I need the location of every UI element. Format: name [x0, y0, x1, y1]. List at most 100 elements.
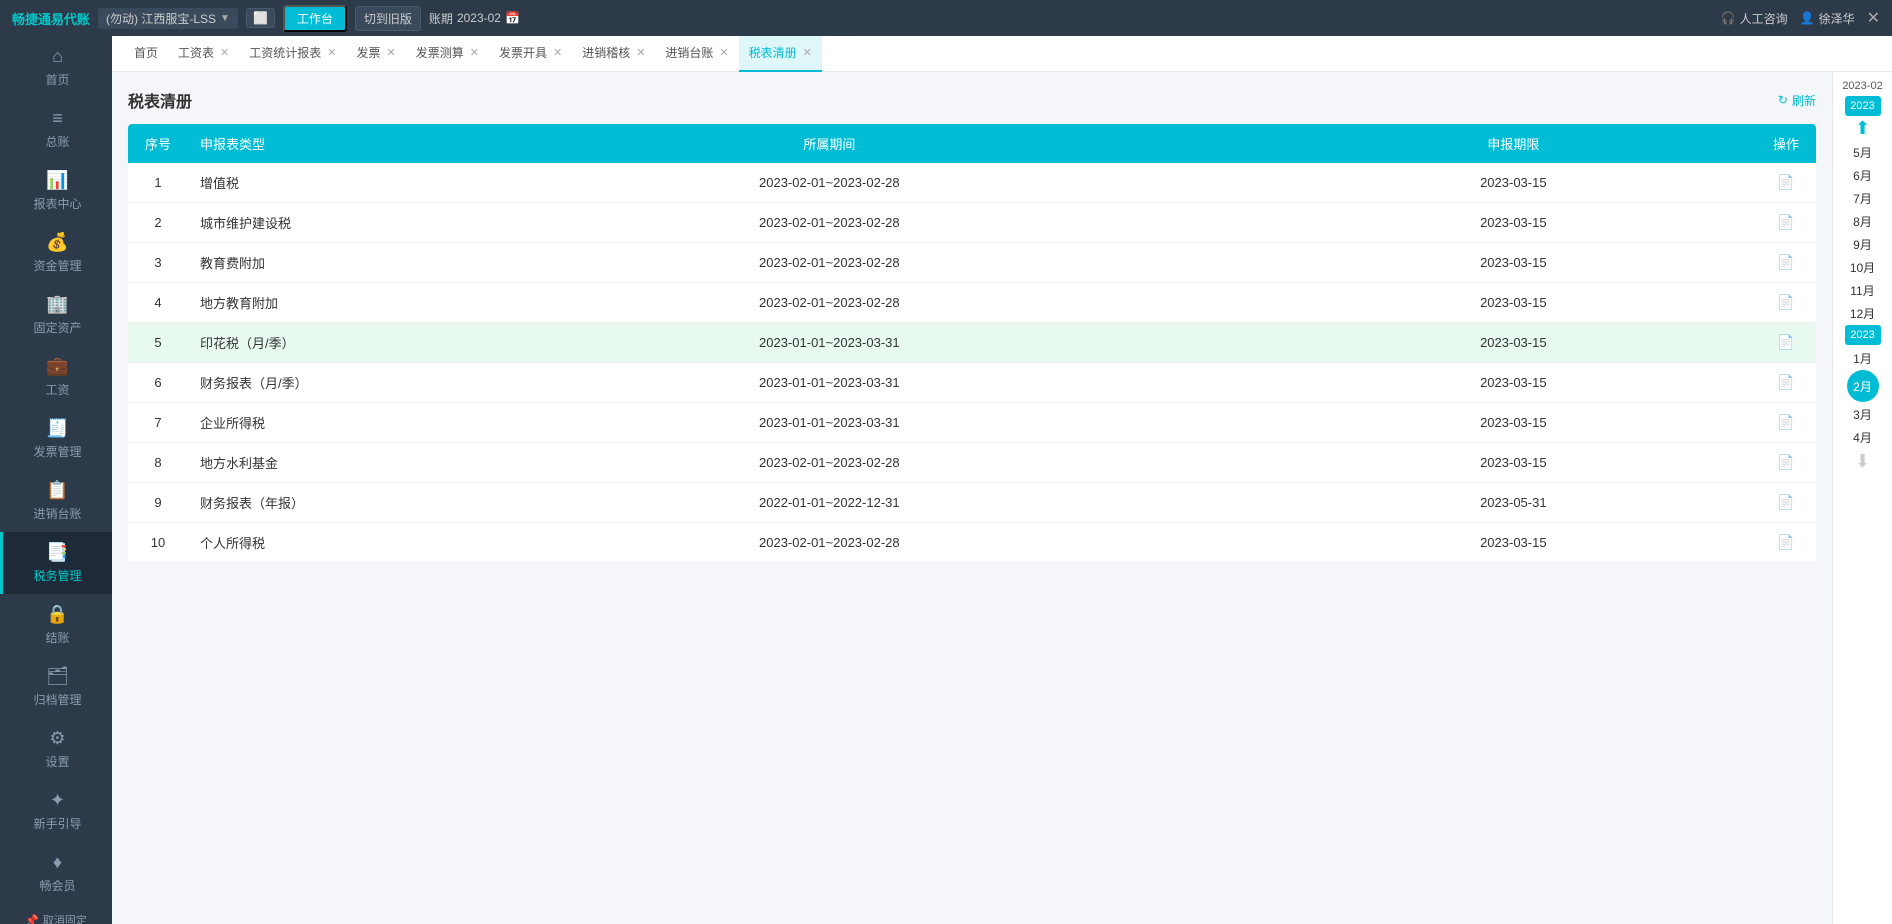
cell-type: 教育费附加	[188, 243, 388, 283]
refresh-button[interactable]: ↻ 刷新	[1778, 92, 1816, 109]
tab-close-icon[interactable]: ✕	[387, 46, 396, 59]
month-3[interactable]: 3月	[1845, 403, 1881, 425]
tab-tax-return[interactable]: 税表清册 ✕	[739, 36, 822, 72]
action-icon[interactable]: 📄	[1777, 294, 1794, 310]
tab-close-icon[interactable]: ✕	[220, 46, 229, 59]
month-5[interactable]: 5月	[1845, 141, 1881, 163]
month-9[interactable]: 9月	[1845, 233, 1881, 255]
table-row: 7 企业所得税 2023-01-01~2023-03-31 2023-03-15…	[128, 403, 1816, 443]
tab-salary-stats[interactable]: 工资统计报表 ✕	[239, 36, 346, 72]
page-title: 税表清册	[128, 88, 192, 112]
month-2-active[interactable]: 2月	[1847, 370, 1879, 402]
action-icon[interactable]: 📄	[1777, 494, 1794, 510]
col-action: 操作	[1756, 124, 1816, 163]
action-icon[interactable]: 📄	[1777, 454, 1794, 470]
guide-icon: ✦	[50, 790, 65, 811]
tab-close-icon[interactable]: ✕	[803, 46, 812, 59]
sidebar-item-report[interactable]: 📊 报表中心	[0, 160, 112, 222]
calendar-icon[interactable]: 📅	[505, 11, 520, 25]
cell-period: 2023-02-01~2023-02-28	[388, 203, 1271, 243]
month-10[interactable]: 10月	[1845, 256, 1881, 278]
tab-purchase-verify[interactable]: 进销稽核 ✕	[572, 36, 655, 72]
cell-action[interactable]: 📄	[1756, 363, 1816, 403]
tab-home[interactable]: 首页	[124, 36, 168, 72]
month-7[interactable]: 7月	[1845, 187, 1881, 209]
cell-action[interactable]: 📄	[1756, 203, 1816, 243]
cell-action[interactable]: 📄	[1756, 403, 1816, 443]
close-icon[interactable]: ✕	[1867, 8, 1880, 28]
cell-action[interactable]: 📄	[1756, 283, 1816, 323]
col-deadline: 申报期限	[1271, 124, 1756, 163]
action-icon[interactable]: 📄	[1777, 174, 1794, 190]
scroll-up-icon[interactable]: ⬆	[1855, 118, 1870, 139]
cell-action[interactable]: 📄	[1756, 443, 1816, 483]
cell-action[interactable]: 📄	[1756, 243, 1816, 283]
cell-type: 财务报表（年报）	[188, 483, 388, 523]
sidebar-item-label: 结账	[45, 629, 69, 646]
month-1[interactable]: 1月	[1845, 347, 1881, 369]
company-selector[interactable]: (勿动) 江西服宝-LSS ▼	[98, 8, 238, 29]
pin-toggle[interactable]: 📌 取消固定	[0, 904, 112, 924]
sidebar-item-fund[interactable]: 💰 资金管理	[0, 222, 112, 284]
chevron-down-icon: ▼	[220, 13, 230, 24]
sidebar-item-salary[interactable]: 💼 工资	[0, 346, 112, 408]
action-icon[interactable]: 📄	[1777, 374, 1794, 390]
cell-action[interactable]: 📄	[1756, 163, 1816, 203]
sidebar-item-home[interactable]: ⌂ 首页	[0, 36, 112, 98]
table-row: 5 印花税（月/季） 2023-01-01~2023-03-31 2023-03…	[128, 323, 1816, 363]
tab-close-icon[interactable]: ✕	[553, 46, 562, 59]
side-panel-header: 2023-02	[1842, 80, 1882, 92]
month-6[interactable]: 6月	[1845, 164, 1881, 186]
sidebar-item-archive[interactable]: 🗂 归档管理	[0, 656, 112, 718]
cell-period: 2023-01-01~2023-03-31	[388, 363, 1271, 403]
sidebar-item-purchase-sales[interactable]: 📋 进销台账	[0, 470, 112, 532]
sidebar-item-ledger[interactable]: ≡ 总账	[0, 98, 112, 160]
sidebar-item-settings[interactable]: ⚙ 设置	[0, 718, 112, 780]
sidebar-item-assets[interactable]: 🏢 固定资产	[0, 284, 112, 346]
action-icon[interactable]: 📄	[1777, 334, 1794, 350]
table-row: 6 财务报表（月/季） 2023-01-01~2023-03-31 2023-0…	[128, 363, 1816, 403]
month-8[interactable]: 8月	[1845, 210, 1881, 232]
month-11[interactable]: 11月	[1845, 279, 1881, 301]
action-icon[interactable]: 📄	[1777, 534, 1794, 550]
action-icon[interactable]: 📄	[1777, 414, 1794, 430]
tab-salary-table[interactable]: 工资表 ✕	[168, 36, 239, 72]
cell-no: 5	[128, 323, 188, 363]
cell-action[interactable]: 📄	[1756, 523, 1816, 563]
sidebar-item-label: 工资	[45, 381, 69, 398]
sidebar-item-member[interactable]: ♦ 畅会员	[0, 842, 112, 904]
sidebar-item-tax[interactable]: 📑 税务管理	[0, 532, 112, 594]
pin-label: 取消固定	[43, 912, 87, 924]
table-row: 1 增值税 2023-02-01~2023-02-28 2023-03-15 📄	[128, 163, 1816, 203]
switch-version-button[interactable]: 切到旧版	[355, 6, 421, 31]
tab-invoice-open[interactable]: 发票开具 ✕	[489, 36, 572, 72]
workbench-button[interactable]: 工作台	[283, 5, 347, 32]
user-menu[interactable]: 👤 徐泽华	[1800, 10, 1855, 27]
tab-close-icon[interactable]: ✕	[719, 46, 728, 59]
salary-icon: 💼	[46, 356, 68, 377]
scroll-down-icon[interactable]: ⬇	[1855, 451, 1870, 472]
sidebar-item-closing[interactable]: 🔒 结账	[0, 594, 112, 656]
sidebar-item-guide[interactable]: ✦ 新手引导	[0, 780, 112, 842]
cell-no: 10	[128, 523, 188, 563]
headset-icon: 🎧	[1721, 11, 1736, 25]
tab-invoice-calc[interactable]: 发票测算 ✕	[406, 36, 489, 72]
cell-action[interactable]: 📄	[1756, 483, 1816, 523]
table-row: 10 个人所得税 2023-02-01~2023-02-28 2023-03-1…	[128, 523, 1816, 563]
copy-button[interactable]: ⬜	[246, 8, 275, 28]
support-link[interactable]: 🎧 人工咨询	[1721, 10, 1788, 27]
cell-action[interactable]: 📄	[1756, 323, 1816, 363]
tab-purchase-ledger[interactable]: 进销台账 ✕	[655, 36, 738, 72]
month-12[interactable]: 12月	[1845, 302, 1881, 324]
cell-period: 2023-02-01~2023-02-28	[388, 243, 1271, 283]
tab-invoice[interactable]: 发票 ✕	[346, 36, 405, 72]
action-icon[interactable]: 📄	[1777, 254, 1794, 270]
action-icon[interactable]: 📄	[1777, 214, 1794, 230]
member-icon: ♦	[53, 852, 62, 873]
assets-icon: 🏢	[46, 294, 68, 315]
tab-close-icon[interactable]: ✕	[470, 46, 479, 59]
tab-close-icon[interactable]: ✕	[327, 46, 336, 59]
sidebar-item-invoice-mgmt[interactable]: 🧾 发票管理	[0, 408, 112, 470]
tab-close-icon[interactable]: ✕	[636, 46, 645, 59]
month-4[interactable]: 4月	[1845, 426, 1881, 448]
